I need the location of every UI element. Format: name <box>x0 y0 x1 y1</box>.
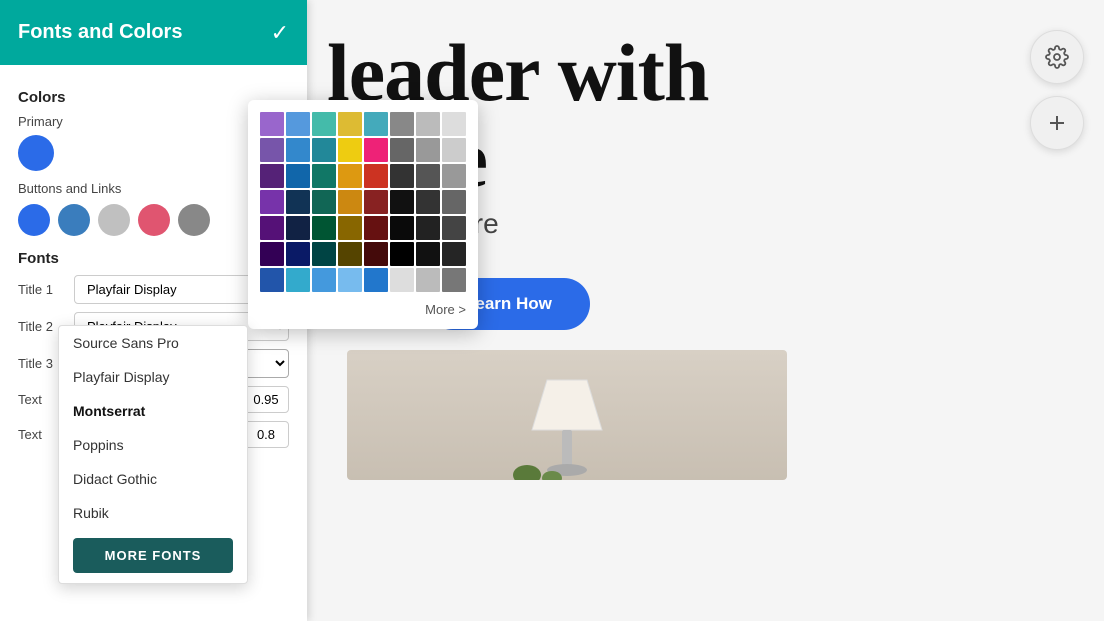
color-cell-31[interactable] <box>442 190 466 214</box>
color-cell-50[interactable] <box>312 268 336 292</box>
sidebar-title: Fonts and Colors <box>18 21 182 44</box>
color-cell-43[interactable] <box>338 242 362 266</box>
sidebar-header: Fonts and Colors ✓ <box>0 0 307 65</box>
color-cell-26[interactable] <box>312 190 336 214</box>
color-cell-16[interactable] <box>260 164 284 188</box>
primary-color-button[interactable] <box>18 135 54 171</box>
add-fab[interactable] <box>1030 96 1084 150</box>
color-cell-40[interactable] <box>260 242 284 266</box>
color-cell-29[interactable] <box>390 190 414 214</box>
more-colors-link[interactable]: More > <box>260 302 466 317</box>
color-cell-12[interactable] <box>364 138 388 162</box>
color-cell-0[interactable] <box>260 112 284 136</box>
color-cell-37[interactable] <box>390 216 414 240</box>
text2-size-input[interactable] <box>243 421 289 448</box>
plus-icon <box>1045 111 1069 135</box>
color-cell-33[interactable] <box>286 216 310 240</box>
color-cell-27[interactable] <box>338 190 362 214</box>
color-cell-3[interactable] <box>338 112 362 136</box>
font-option-montserrat[interactable]: Montserrat <box>59 394 247 428</box>
color-cell-41[interactable] <box>286 242 310 266</box>
color-cell-4[interactable] <box>364 112 388 136</box>
swatch-dark-gray[interactable] <box>178 204 210 236</box>
color-cell-7[interactable] <box>442 112 466 136</box>
color-cell-36[interactable] <box>364 216 388 240</box>
color-cell-38[interactable] <box>416 216 440 240</box>
color-cell-48[interactable] <box>260 268 284 292</box>
color-cell-32[interactable] <box>260 216 284 240</box>
font-option-poppins[interactable]: Poppins <box>59 428 247 462</box>
lamp-svg <box>507 360 627 480</box>
title1-label: Title 1 <box>18 282 66 297</box>
color-cell-11[interactable] <box>338 138 362 162</box>
color-cell-39[interactable] <box>442 216 466 240</box>
color-cell-13[interactable] <box>390 138 414 162</box>
gear-icon <box>1045 45 1069 69</box>
text1-size-input[interactable] <box>243 386 289 413</box>
color-cell-8[interactable] <box>260 138 284 162</box>
color-cell-55[interactable] <box>442 268 466 292</box>
color-cell-25[interactable] <box>286 190 310 214</box>
color-cell-45[interactable] <box>390 242 414 266</box>
color-cell-17[interactable] <box>286 164 310 188</box>
more-fonts-button[interactable]: MORE FONTS <box>73 538 233 573</box>
color-cell-28[interactable] <box>364 190 388 214</box>
swatch-gray[interactable] <box>98 204 130 236</box>
color-cell-15[interactable] <box>442 138 466 162</box>
swatch-steel-blue[interactable] <box>58 204 90 236</box>
color-cell-46[interactable] <box>416 242 440 266</box>
color-cell-51[interactable] <box>338 268 362 292</box>
color-cell-54[interactable] <box>416 268 440 292</box>
fab-group <box>1030 30 1084 150</box>
check-icon[interactable]: ✓ <box>271 20 289 46</box>
font-option-playfair[interactable]: Playfair Display <box>59 360 247 394</box>
color-cell-53[interactable] <box>390 268 414 292</box>
color-picker-popup: More > <box>248 100 478 329</box>
color-grid <box>260 112 466 292</box>
font-dropdown-list: Source Sans Pro Playfair Display Montser… <box>58 325 248 584</box>
color-cell-21[interactable] <box>390 164 414 188</box>
color-cell-10[interactable] <box>312 138 336 162</box>
swatch-pink[interactable] <box>138 204 170 236</box>
color-cell-5[interactable] <box>390 112 414 136</box>
color-cell-19[interactable] <box>338 164 362 188</box>
color-cell-23[interactable] <box>442 164 466 188</box>
color-cell-14[interactable] <box>416 138 440 162</box>
swatch-blue[interactable] <box>18 204 50 236</box>
hero-image <box>347 350 787 480</box>
color-cell-24[interactable] <box>260 190 284 214</box>
color-cell-35[interactable] <box>338 216 362 240</box>
color-cell-52[interactable] <box>364 268 388 292</box>
font-option-didact[interactable]: Didact Gothic <box>59 462 247 496</box>
color-cell-22[interactable] <box>416 164 440 188</box>
color-cell-2[interactable] <box>312 112 336 136</box>
color-cell-18[interactable] <box>312 164 336 188</box>
font-option-rubik[interactable]: Rubik <box>59 496 247 530</box>
settings-fab[interactable] <box>1030 30 1084 84</box>
color-cell-1[interactable] <box>286 112 310 136</box>
color-cell-44[interactable] <box>364 242 388 266</box>
color-cell-9[interactable] <box>286 138 310 162</box>
color-cell-6[interactable] <box>416 112 440 136</box>
color-cell-30[interactable] <box>416 190 440 214</box>
color-cell-34[interactable] <box>312 216 336 240</box>
color-cell-49[interactable] <box>286 268 310 292</box>
color-cell-42[interactable] <box>312 242 336 266</box>
lamp-illustration <box>347 350 787 480</box>
color-cell-20[interactable] <box>364 164 388 188</box>
font-option-source-sans[interactable]: Source Sans Pro <box>59 326 247 360</box>
color-cell-47[interactable] <box>442 242 466 266</box>
